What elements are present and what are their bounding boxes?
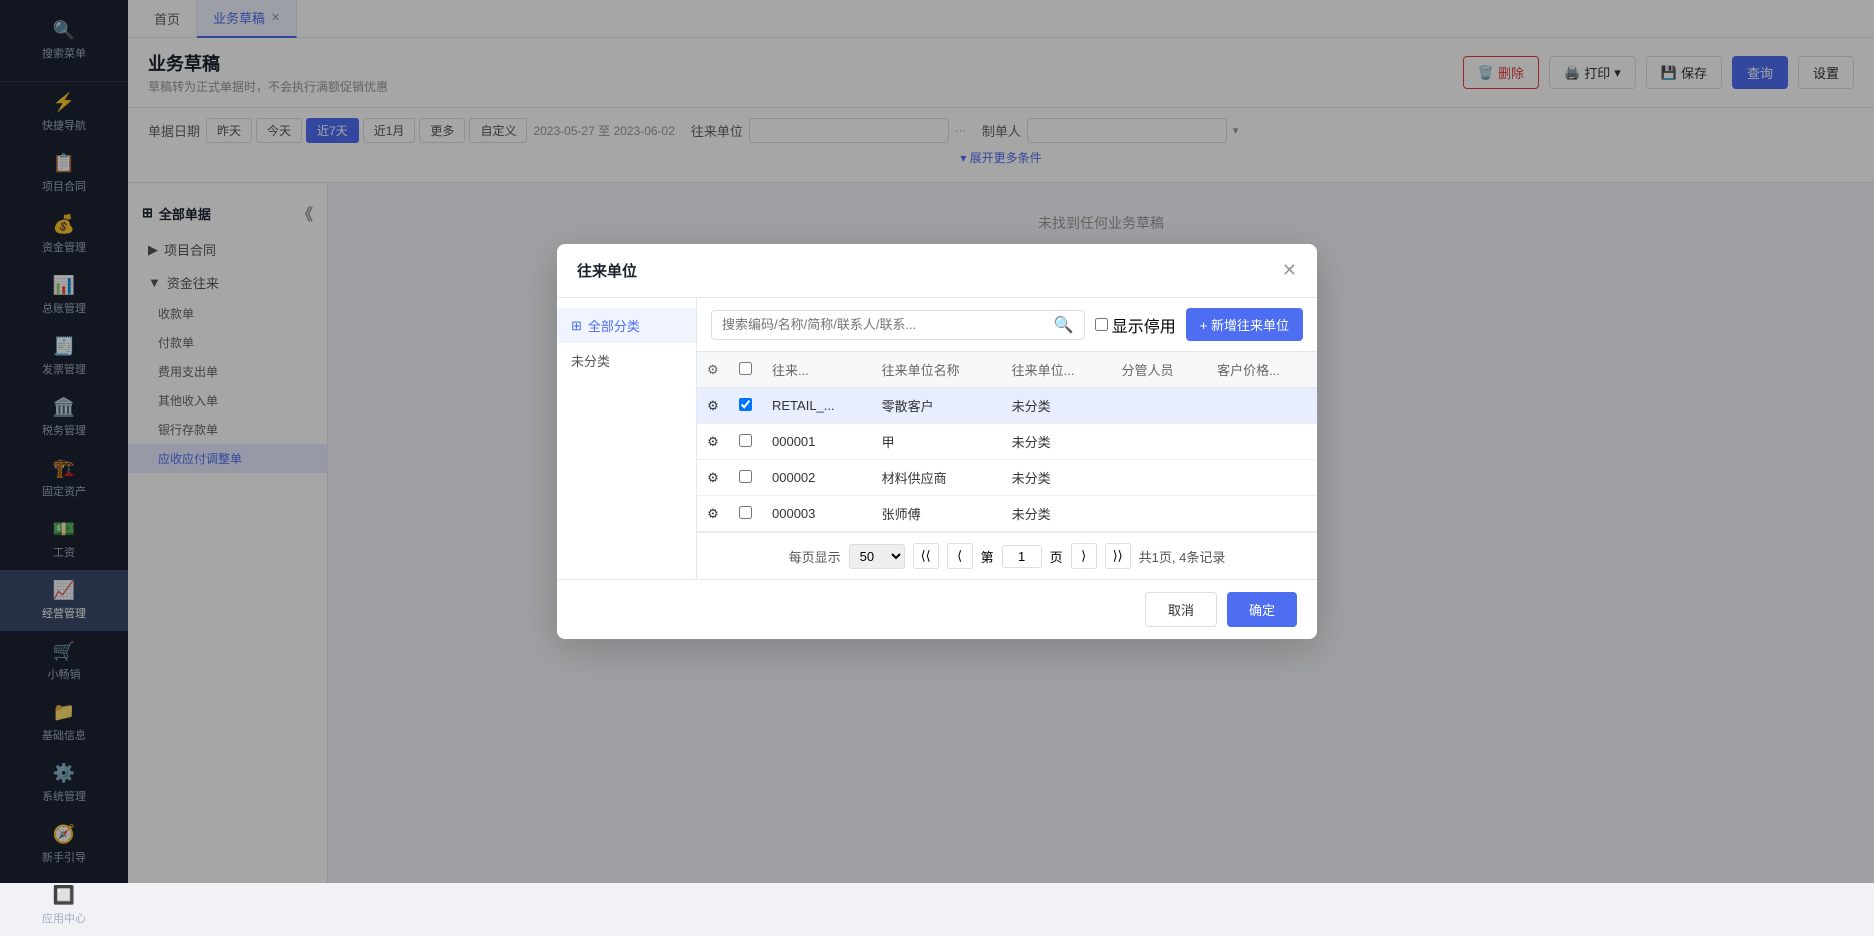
row-category: 未分类: [1002, 388, 1112, 424]
th-category: 往来单位...: [1002, 352, 1112, 388]
row-name: 张师傅: [872, 496, 1002, 532]
dialog-pagination: 每页显示 50 10 20 100 ⟨⟨ ⟨ 第 页 ⟩ ⟩⟩ 共1页, 4条记…: [697, 532, 1317, 579]
select-all-checkbox[interactable]: [739, 362, 752, 375]
add-partner-button[interactable]: + 新增往来单位: [1186, 308, 1303, 341]
th-check: [729, 352, 762, 388]
dialog-table-wrap: ⚙ 往来... 往来单位名称 往来单位...: [697, 352, 1317, 532]
row-name: 材料供应商: [872, 460, 1002, 496]
dialog-header: 往来单位 ✕: [557, 244, 1317, 298]
row-code: 000001: [762, 424, 872, 460]
dialog-title: 往来单位: [577, 260, 637, 281]
prev-page-btn[interactable]: ⟨: [947, 543, 973, 569]
dialog-footer: 取消 确定: [557, 579, 1317, 639]
table-row[interactable]: ⚙ 000002 材料供应商 未分类: [697, 460, 1317, 496]
row-checkbox-cell[interactable]: [729, 496, 762, 532]
partner-dialog: 往来单位 ✕ ⊞ 全部分类 未分类 🔍: [557, 244, 1317, 639]
search-box: 🔍: [711, 310, 1085, 340]
th-code: 往来...: [762, 352, 872, 388]
th-settings: ⚙: [697, 352, 729, 388]
table-row[interactable]: ⚙ 000003 张师傅 未分类: [697, 496, 1317, 532]
row-price-level: [1207, 388, 1317, 424]
dialog-categories: ⊞ 全部分类 未分类: [557, 298, 697, 579]
row-checkbox[interactable]: [739, 506, 752, 519]
row-settings-icon: ⚙: [697, 388, 729, 424]
row-checkbox-cell[interactable]: [729, 388, 762, 424]
last-page-btn[interactable]: ⟩⟩: [1105, 543, 1131, 569]
row-code: 000003: [762, 496, 872, 532]
row-checkbox-cell[interactable]: [729, 424, 762, 460]
th-manager: 分管人员: [1112, 352, 1208, 388]
dialog-close-icon[interactable]: ✕: [1282, 260, 1297, 281]
partner-table: ⚙ 往来... 往来单位名称 往来单位...: [697, 352, 1317, 532]
row-settings-icon: ⚙: [697, 496, 729, 532]
row-manager: [1112, 460, 1208, 496]
app-center-icon: 🔲: [53, 885, 75, 906]
show-disabled-check[interactable]: [1095, 318, 1108, 331]
row-name: 零散客户: [872, 388, 1002, 424]
row-settings-icon: ⚙: [697, 460, 729, 496]
dialog-category-uncategorized[interactable]: 未分类: [557, 343, 696, 378]
row-checkbox[interactable]: [739, 470, 752, 483]
page-input[interactable]: [1002, 545, 1042, 568]
row-manager: [1112, 424, 1208, 460]
row-code: 000002: [762, 460, 872, 496]
table-row[interactable]: ⚙ 000001 甲 未分类: [697, 424, 1317, 460]
row-category: 未分类: [1002, 424, 1112, 460]
category-all-icon: ⊞: [571, 318, 582, 334]
row-category: 未分类: [1002, 460, 1112, 496]
first-page-btn[interactable]: ⟨⟨: [913, 543, 939, 569]
row-manager: [1112, 496, 1208, 532]
row-checkbox[interactable]: [739, 434, 752, 447]
show-disabled-checkbox[interactable]: 显示停用: [1095, 313, 1176, 337]
row-checkbox-cell[interactable]: [729, 460, 762, 496]
row-name: 甲: [872, 424, 1002, 460]
sidebar-item-app-center[interactable]: 🔲 应用中心: [0, 875, 128, 936]
search-input[interactable]: [722, 317, 1048, 332]
dialog-toolbar: 🔍 显示停用 + 新增往来单位: [697, 298, 1317, 352]
row-price-level: [1207, 424, 1317, 460]
dialog-category-all[interactable]: ⊞ 全部分类: [557, 308, 696, 343]
row-checkbox[interactable]: [739, 398, 752, 411]
search-icon: 🔍: [1054, 315, 1074, 335]
cancel-button[interactable]: 取消: [1145, 592, 1217, 627]
table-row[interactable]: ⚙ RETAIL_... 零散客户 未分类: [697, 388, 1317, 424]
row-price-level: [1207, 496, 1317, 532]
confirm-button[interactable]: 确定: [1227, 592, 1297, 627]
dialog-overlay[interactable]: 往来单位 ✕ ⊞ 全部分类 未分类 🔍: [0, 0, 1874, 883]
table-header-row: ⚙ 往来... 往来单位名称 往来单位...: [697, 352, 1317, 388]
row-manager: [1112, 388, 1208, 424]
page-size-select[interactable]: 50 10 20 100: [849, 544, 905, 569]
dialog-body: ⊞ 全部分类 未分类 🔍 显示停用: [557, 298, 1317, 579]
row-settings-icon: ⚙: [697, 424, 729, 460]
row-category: 未分类: [1002, 496, 1112, 532]
row-code: RETAIL_...: [762, 388, 872, 424]
dialog-right: 🔍 显示停用 + 新增往来单位 ⚙: [697, 298, 1317, 579]
th-name: 往来单位名称: [872, 352, 1002, 388]
row-price-level: [1207, 460, 1317, 496]
next-page-btn[interactable]: ⟩: [1071, 543, 1097, 569]
th-price-level: 客户价格...: [1207, 352, 1317, 388]
